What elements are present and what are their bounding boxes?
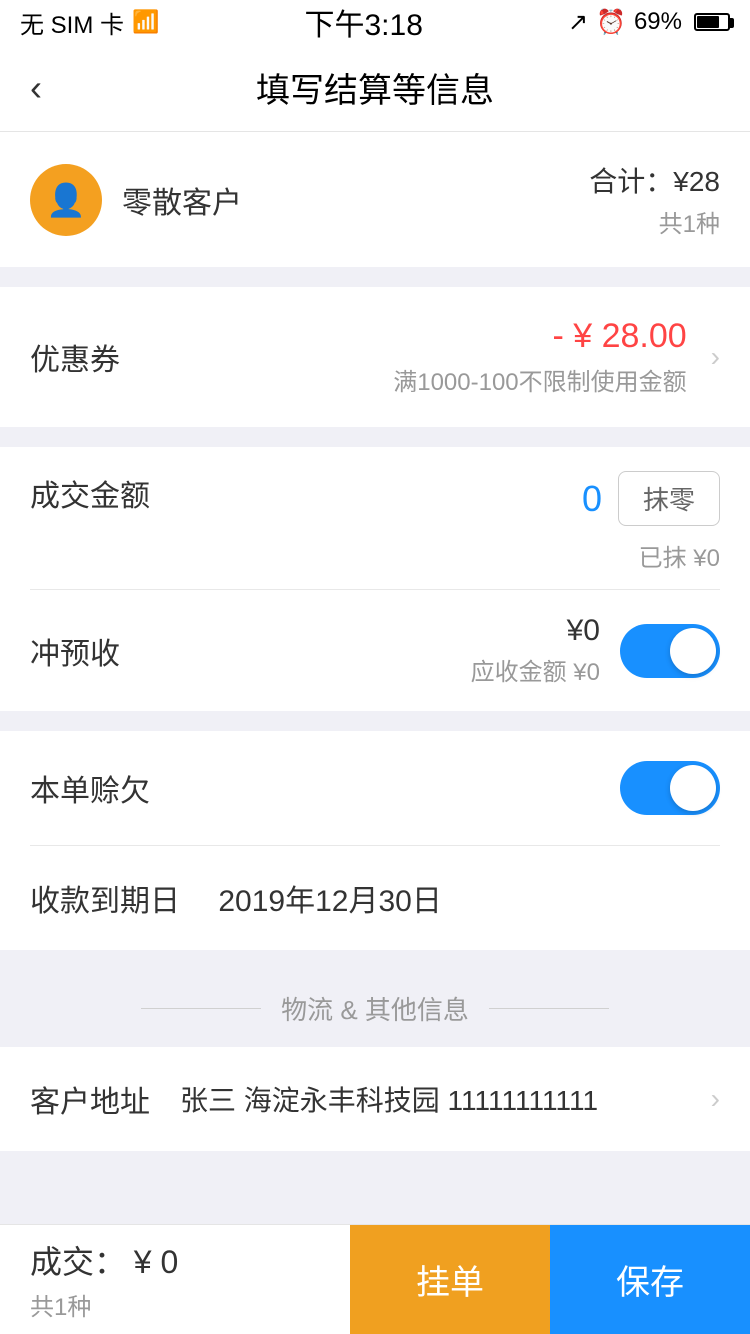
location-icon: ↗ <box>568 8 588 37</box>
carrier-label: 无 SIM 卡 <box>20 5 124 40</box>
already-rounded: 已抹 ¥0 <box>0 538 750 589</box>
due-date-row: 收款到期日 2019年12月30日 <box>0 846 750 950</box>
customer-row: 👤 零散客户 合计：¥28 共1种 <box>0 132 750 267</box>
prepay-amounts: ¥0 应收金额 ¥0 <box>471 614 600 687</box>
customer-name: 零散客户 <box>122 178 242 222</box>
address-section[interactable]: 客户地址 张三 海淀永丰科技园 11111111111 › <box>0 1047 750 1151</box>
deal-amount-right: 0 抹零 <box>582 471 720 526</box>
address-value: 张三 海淀永丰科技园 11111111111 <box>180 1079 703 1119</box>
total-price: 合计：¥28 <box>589 160 720 200</box>
bottom-deal-value: ¥ 0 <box>134 1244 178 1280</box>
bottom-count: 共1种 <box>30 1287 350 1322</box>
coupon-row[interactable]: 优惠券 - ¥ 28.00 满1000-100不限制使用金额 › <box>0 287 750 427</box>
page-title: 填写结算等信息 <box>256 63 494 112</box>
prepay-right: ¥0 应收金额 ¥0 <box>471 614 720 687</box>
logistics-line-right <box>489 1008 609 1009</box>
status-time: 下午3:18 <box>304 0 422 44</box>
customer-info: 👤 零散客户 <box>30 164 242 236</box>
save-button[interactable]: 保存 <box>550 1225 750 1334</box>
alarm-icon: ⏰ <box>596 8 626 37</box>
address-chevron-icon: › <box>711 1083 720 1115</box>
prepay-toggle[interactable] <box>620 624 720 678</box>
customer-total: 合计：¥28 共1种 <box>589 160 720 239</box>
back-button[interactable]: ‹ <box>30 67 42 109</box>
coupon-right: - ¥ 28.00 满1000-100不限制使用金额 › <box>393 317 720 397</box>
total-count: 共1种 <box>589 204 720 239</box>
deal-amount-section: 成交金额 0 抹零 已抹 ¥0 冲预收 ¥0 应收金额 ¥0 <box>0 447 750 711</box>
credit-row: 本单赊欠 <box>0 731 750 845</box>
prepay-row: 冲预收 ¥0 应收金额 ¥0 <box>0 590 750 711</box>
status-left: 无 SIM 卡 📶 <box>20 5 159 40</box>
prepay-sub-amount: 应收金额 ¥0 <box>471 652 600 687</box>
chevron-right-icon: › <box>711 341 720 373</box>
address-label: 客户地址 <box>30 1077 150 1121</box>
logistics-line-left <box>141 1008 261 1009</box>
customer-section: 👤 零散客户 合计：¥28 共1种 <box>0 132 750 267</box>
toggle-knob <box>670 628 716 674</box>
battery-icon <box>694 13 730 31</box>
prepay-label: 冲预收 <box>30 629 120 673</box>
battery-percent: 69% <box>634 8 682 36</box>
bottom-summary: 成交： ¥ 0 共1种 <box>0 1237 350 1322</box>
wifi-icon: 📶 <box>132 9 159 35</box>
credit-toggle[interactable] <box>620 761 720 815</box>
bottom-deal: 成交： ¥ 0 <box>30 1237 350 1283</box>
deal-amount-value: 0 <box>582 478 602 520</box>
nav-bar: ‹ 填写结算等信息 <box>0 44 750 132</box>
credit-label: 本单赊欠 <box>30 766 150 810</box>
prepay-main-amount: ¥0 <box>471 614 600 648</box>
coupon-section[interactable]: 优惠券 - ¥ 28.00 满1000-100不限制使用金额 › <box>0 287 750 427</box>
credit-toggle-knob <box>670 765 716 811</box>
status-right: ↗ ⏰ 69% <box>568 8 730 37</box>
avatar-icon: 👤 <box>46 181 86 219</box>
coupon-label: 优惠券 <box>30 335 120 379</box>
logistics-header: 物流 & 其他信息 <box>0 970 750 1047</box>
deal-amount-row: 成交金额 0 抹零 <box>0 447 750 538</box>
coupon-desc: 满1000-100不限制使用金额 <box>393 362 686 397</box>
deal-amount-label: 成交金额 <box>30 471 150 515</box>
status-bar: 无 SIM 卡 📶 下午3:18 ↗ ⏰ 69% <box>0 0 750 44</box>
due-date-value: 2019年12月30日 <box>218 885 441 918</box>
round-button[interactable]: 抹零 <box>618 471 720 526</box>
credit-section: 本单赊欠 收款到期日 2019年12月30日 <box>0 731 750 950</box>
bottom-bar: 成交： ¥ 0 共1种 挂单 保存 <box>0 1224 750 1334</box>
coupon-amount: - ¥ 28.00 <box>393 317 686 356</box>
address-row[interactable]: 客户地址 张三 海淀永丰科技园 11111111111 › <box>0 1047 750 1151</box>
due-date-label: 收款到期日 <box>30 885 180 918</box>
logistics-label: 物流 & 其他信息 <box>281 990 469 1027</box>
bottom-deal-label: 成交： <box>30 1244 126 1280</box>
hang-button[interactable]: 挂单 <box>350 1225 550 1334</box>
avatar: 👤 <box>30 164 102 236</box>
